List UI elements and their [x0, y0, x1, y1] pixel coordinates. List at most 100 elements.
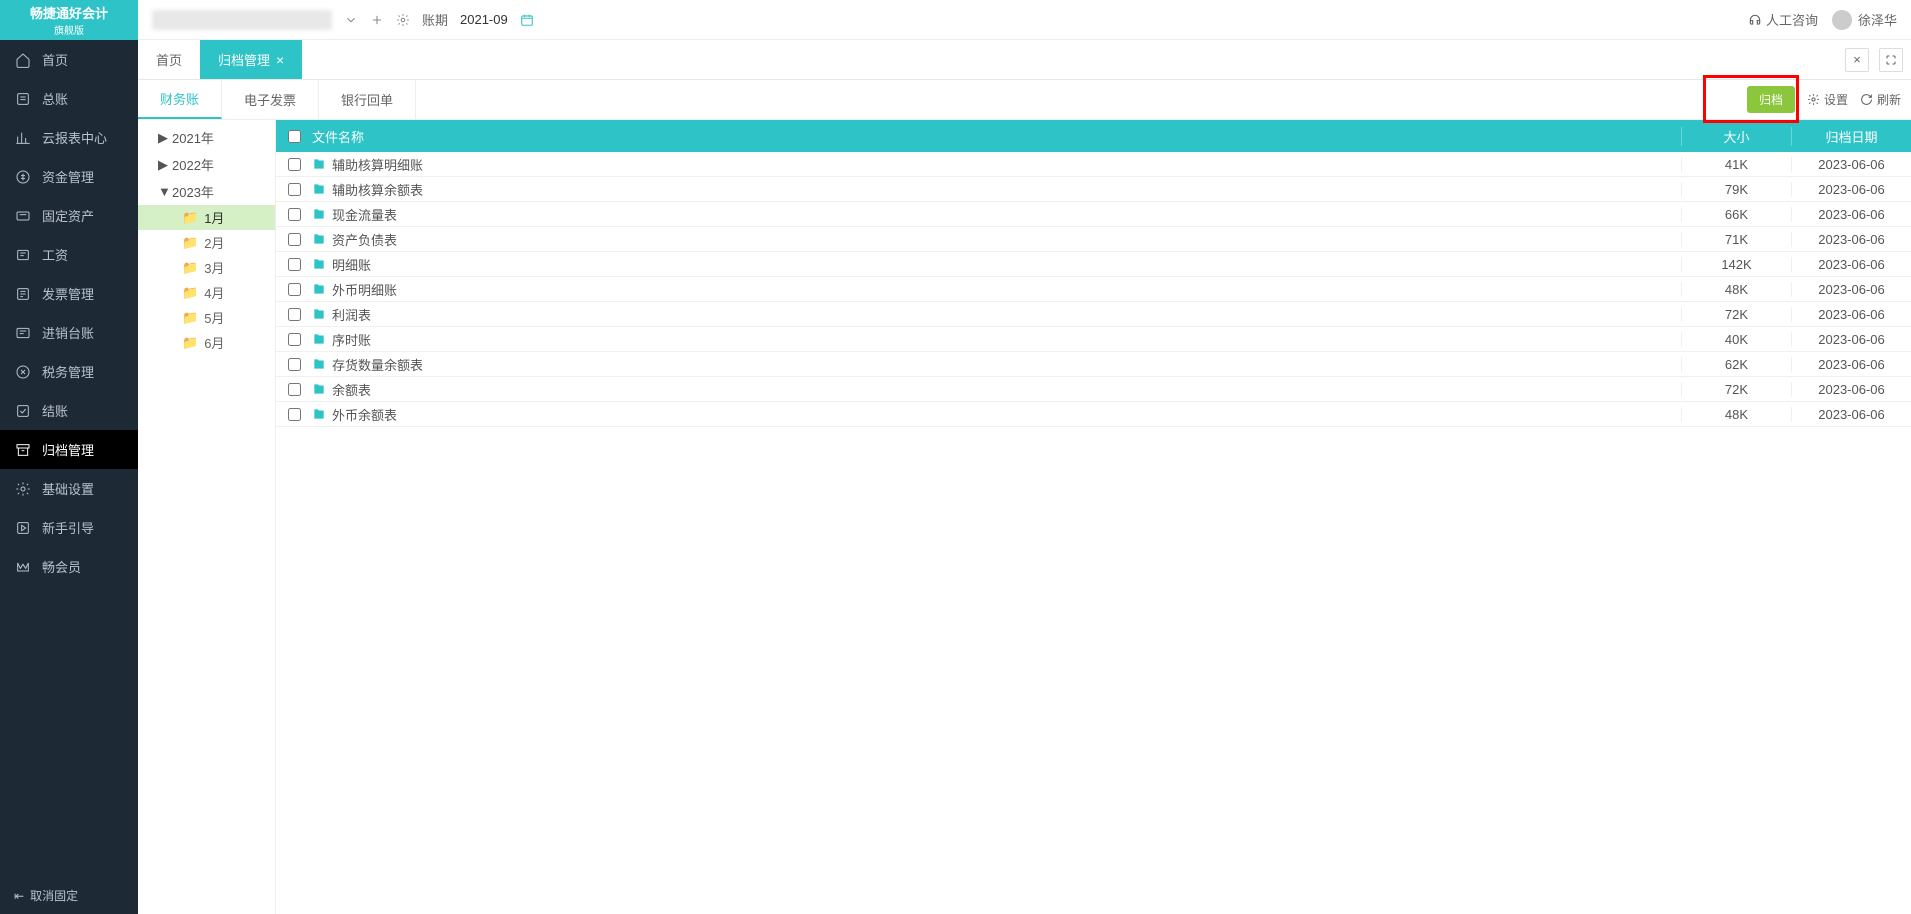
sidebar-item-label: 税务管理 — [42, 362, 94, 381]
archive-button[interactable]: 归档 — [1747, 86, 1795, 113]
tab-label: 归档管理 — [218, 50, 270, 69]
sidebar-item-closing[interactable]: 结账 — [0, 391, 138, 430]
row-checkbox[interactable] — [288, 158, 301, 171]
file-icon — [312, 232, 326, 246]
row-checkbox[interactable] — [288, 183, 301, 196]
tax-icon — [14, 363, 32, 381]
sidebar-item-cloudreport[interactable]: 云报表中心 — [0, 118, 138, 157]
table-row[interactable]: 存货数量余额表62K2023-06-06 — [276, 352, 1911, 377]
sidebar-item-fund[interactable]: 资金管理 — [0, 157, 138, 196]
refresh-button[interactable]: 刷新 — [1860, 91, 1901, 108]
row-checkbox[interactable] — [288, 258, 301, 271]
guide-icon — [14, 519, 32, 537]
folder-icon: 📁 — [182, 235, 198, 251]
col-header-size: 大小 — [1681, 127, 1791, 146]
company-selector[interactable] — [152, 10, 332, 30]
table-row[interactable]: 辅助核算明细账41K2023-06-06 — [276, 152, 1911, 177]
tree-year-2021[interactable]: ▶2021年 — [138, 124, 275, 151]
file-date: 2023-06-06 — [1791, 157, 1911, 172]
row-checkbox[interactable] — [288, 283, 301, 296]
row-checkbox[interactable] — [288, 208, 301, 221]
file-icon — [312, 357, 326, 371]
fullscreen-button[interactable] — [1879, 48, 1903, 72]
sidebar-item-purchase[interactable]: 进销台账 — [0, 313, 138, 352]
plus-icon[interactable] — [370, 13, 384, 27]
sidebar-item-ledger[interactable]: 总账 — [0, 79, 138, 118]
folder-icon: 📁 — [182, 310, 198, 326]
tree-month-3[interactable]: 📁 3月 — [138, 255, 275, 280]
invoice-icon — [14, 285, 32, 303]
subtab-bankreceipt[interactable]: 银行回单 — [319, 80, 416, 119]
tree-month-2[interactable]: 📁2月 — [138, 230, 275, 255]
tab-home[interactable]: 首页 — [138, 40, 200, 79]
table-row[interactable]: 外币余额表48K2023-06-06 — [276, 402, 1911, 427]
table-row[interactable]: 现金流量表66K2023-06-06 — [276, 202, 1911, 227]
tree-month-1[interactable]: 📁1月 — [138, 205, 275, 230]
row-checkbox[interactable] — [288, 383, 301, 396]
table-row[interactable]: 辅助核算余额表79K2023-06-06 — [276, 177, 1911, 202]
tree-month-4[interactable]: 📁4月 — [138, 280, 275, 305]
close-all-button[interactable]: × — [1845, 48, 1869, 72]
page-tabs: 首页 归档管理 × × — [138, 40, 1911, 80]
col-header-date: 归档日期 — [1791, 127, 1911, 146]
pin-icon: ⇤ — [14, 889, 24, 903]
tree-month-label: 3月 — [204, 258, 224, 277]
sidebar-item-archive[interactable]: 归档管理 — [0, 430, 138, 469]
file-icon — [312, 407, 326, 421]
tree-month-6[interactable]: 📁6月 — [138, 330, 275, 355]
sidebar-item-label: 新手引导 — [42, 518, 94, 537]
file-date: 2023-06-06 — [1791, 407, 1911, 422]
row-checkbox[interactable] — [288, 358, 301, 371]
sidebar-item-guide[interactable]: 新手引导 — [0, 508, 138, 547]
tree-year-label: 2021年 — [172, 128, 214, 147]
file-name: 余额表 — [332, 380, 371, 399]
sidebar-item-home[interactable]: 首页 — [0, 40, 138, 79]
file-size: 72K — [1681, 307, 1791, 322]
year-tree: ▶2021年 ▶2022年 ▼2023年 📁1月 📁2月 📁 3月 📁4月 📁 5月… — [138, 120, 276, 914]
period-value[interactable]: 2021-09 — [460, 12, 508, 27]
row-checkbox[interactable] — [288, 408, 301, 421]
sidebar-item-tax[interactable]: 税务管理 — [0, 352, 138, 391]
tree-month-5[interactable]: 📁 5月 — [138, 305, 275, 330]
table-row[interactable]: 外币明细账48K2023-06-06 — [276, 277, 1911, 302]
gear-icon[interactable] — [396, 13, 410, 27]
settings-button[interactable]: 设置 — [1807, 91, 1848, 108]
member-icon — [14, 558, 32, 576]
file-name: 现金流量表 — [332, 205, 397, 224]
tab-archive[interactable]: 归档管理 × — [200, 40, 302, 79]
table-row[interactable]: 序时账40K2023-06-06 — [276, 327, 1911, 352]
user-menu[interactable]: 徐泽华 — [1832, 10, 1897, 30]
sub-tabs: 财务账 电子发票 银行回单 归档 设置 刷新 — [138, 80, 1911, 120]
tree-year-2022[interactable]: ▶2022年 — [138, 151, 275, 178]
folder-icon: 📁 — [182, 260, 198, 276]
select-all-checkbox[interactable] — [288, 130, 301, 143]
row-checkbox[interactable] — [288, 333, 301, 346]
sidebar-item-member[interactable]: 畅会员 — [0, 547, 138, 586]
sidebar-item-label: 归档管理 — [42, 440, 94, 459]
table-row[interactable]: 资产负债表71K2023-06-06 — [276, 227, 1911, 252]
sidebar-item-invoice[interactable]: 发票管理 — [0, 274, 138, 313]
file-icon — [312, 332, 326, 346]
tree-year-2023[interactable]: ▼2023年 — [138, 178, 275, 205]
subtab-finance[interactable]: 财务账 — [138, 80, 222, 119]
row-checkbox[interactable] — [288, 233, 301, 246]
tree-month-label: 5月 — [204, 308, 224, 327]
table-header: 文件名称 大小 归档日期 — [276, 120, 1911, 152]
sidebar-item-salary[interactable]: 工资 — [0, 235, 138, 274]
row-checkbox[interactable] — [288, 308, 301, 321]
table-row[interactable]: 明细账142K2023-06-06 — [276, 252, 1911, 277]
chevron-down-icon[interactable] — [344, 13, 358, 27]
sidebar-unpin[interactable]: ⇤取消固定 — [0, 877, 138, 914]
tab-label: 首页 — [156, 50, 182, 69]
subtab-einvoice[interactable]: 电子发票 — [222, 80, 319, 119]
sidebar-item-fixedasset[interactable]: 固定资产 — [0, 196, 138, 235]
username: 徐泽华 — [1858, 10, 1897, 29]
table-row[interactable]: 余额表72K2023-06-06 — [276, 377, 1911, 402]
table-row[interactable]: 利润表72K2023-06-06 — [276, 302, 1911, 327]
calendar-icon[interactable] — [520, 13, 534, 27]
sidebar-item-basesettings[interactable]: 基础设置 — [0, 469, 138, 508]
support-link[interactable]: 人工咨询 — [1748, 10, 1818, 29]
close-icon[interactable]: × — [276, 52, 284, 68]
file-size: 62K — [1681, 357, 1791, 372]
topbar: 账期 2021-09 人工咨询 徐泽华 — [138, 0, 1911, 40]
